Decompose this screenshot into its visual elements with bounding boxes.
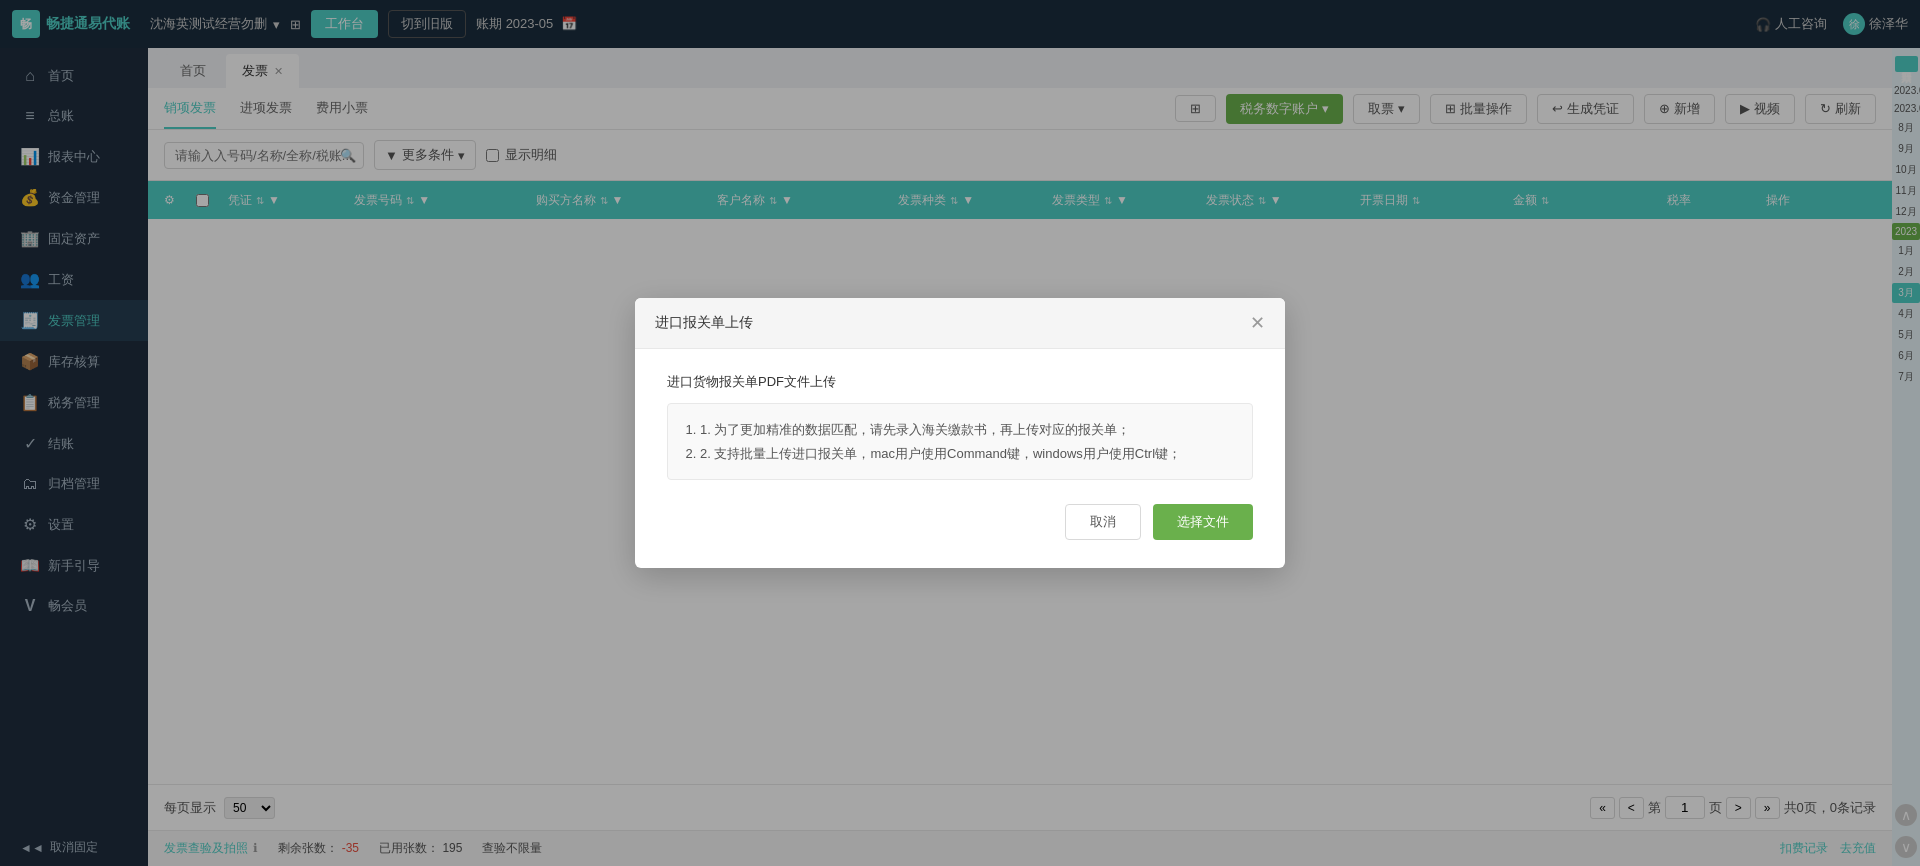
modal-info-box: 1. 为了更加精准的数据匹配，请先录入海关缴款书，再上传对应的报关单； 2. 支… <box>667 403 1253 480</box>
modal-title: 进口报关单上传 <box>655 314 753 332</box>
import-customs-modal: 进口报关单上传 ✕ 进口货物报关单PDF文件上传 1. 为了更加精准的数据匹配，… <box>635 298 1285 568</box>
modal-close-button[interactable]: ✕ <box>1250 312 1265 334</box>
modal-footer: 取消 选择文件 <box>667 504 1253 548</box>
modal-header: 进口报关单上传 ✕ <box>635 298 1285 349</box>
modal-info-item-1: 2. 支持批量上传进口报关单，mac用户使用Command键，windows用户… <box>700 442 1236 465</box>
modal-info-item-0: 1. 为了更加精准的数据匹配，请先录入海关缴款书，再上传对应的报关单； <box>700 418 1236 441</box>
modal-confirm-button[interactable]: 选择文件 <box>1153 504 1253 540</box>
modal-overlay: 进口报关单上传 ✕ 进口货物报关单PDF文件上传 1. 为了更加精准的数据匹配，… <box>0 0 1920 866</box>
modal-body: 进口货物报关单PDF文件上传 1. 为了更加精准的数据匹配，请先录入海关缴款书，… <box>635 349 1285 568</box>
modal-cancel-button[interactable]: 取消 <box>1065 504 1141 540</box>
modal-section-title: 进口货物报关单PDF文件上传 <box>667 373 1253 391</box>
